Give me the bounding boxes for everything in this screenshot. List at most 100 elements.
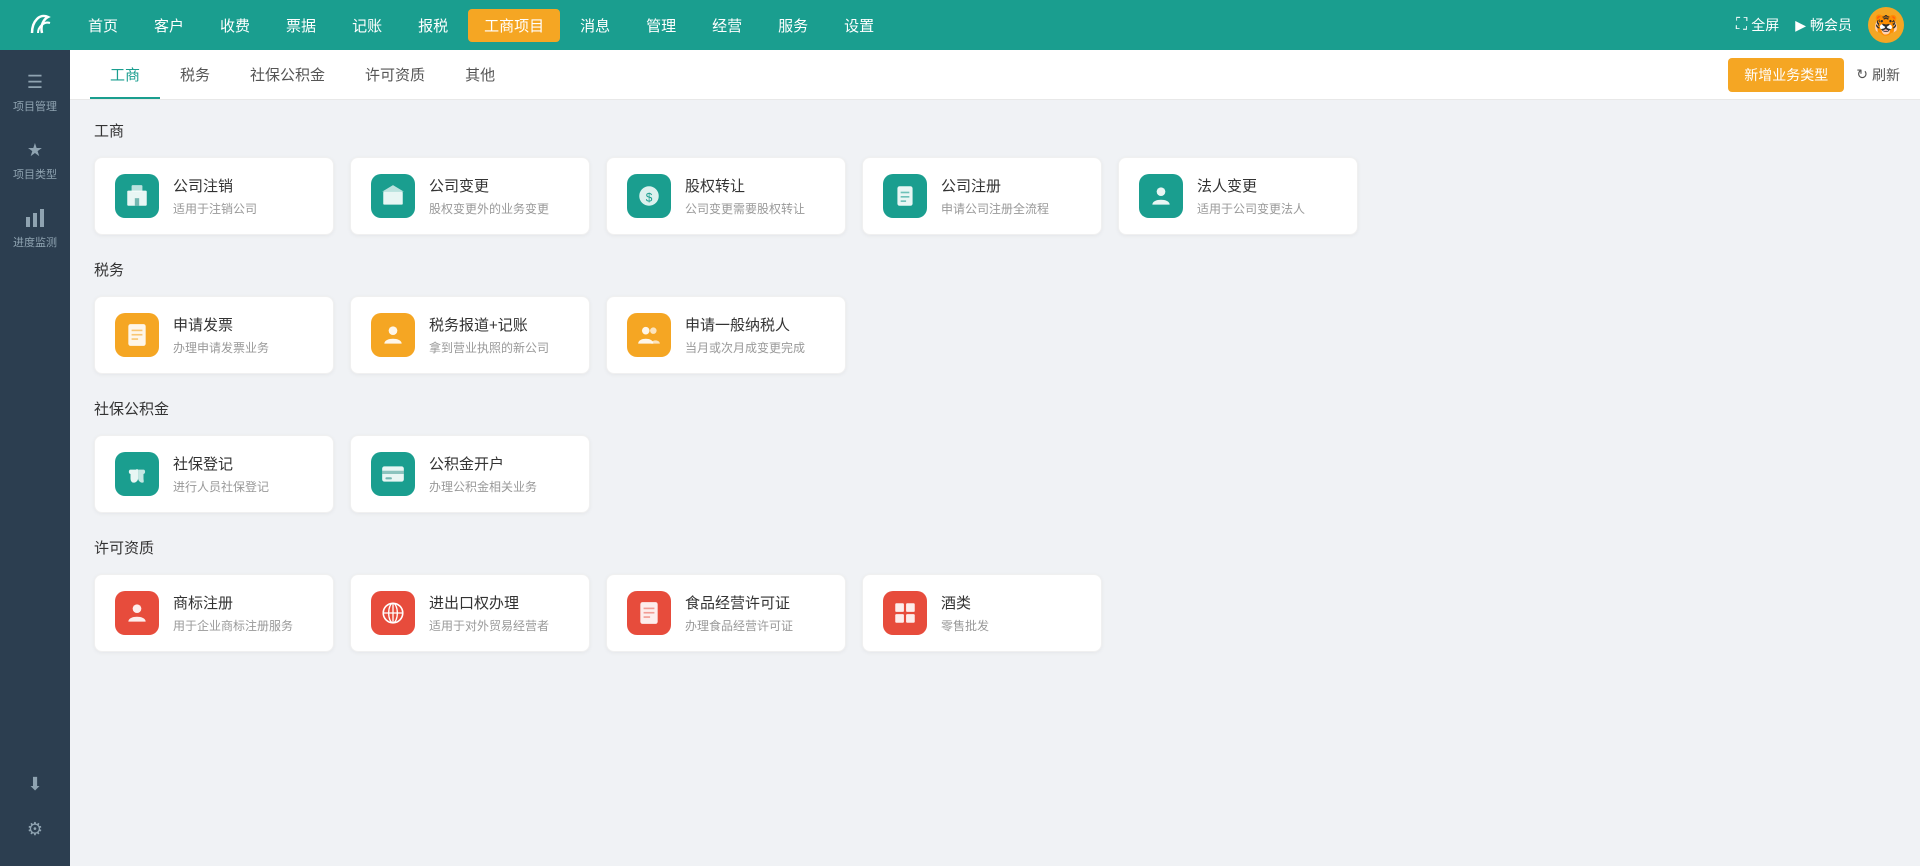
card-name-申请一般纳税人: 申请一般纳税人 <box>685 314 805 335</box>
section-title-工商: 工商 <box>94 120 1896 141</box>
card-desc-公司变更: 股权变更外的业务变更 <box>429 200 549 217</box>
card-icon-公司变更 <box>371 174 415 218</box>
card-name-进出口权办理: 进出口权办理 <box>429 592 549 613</box>
tab-工商[interactable]: 工商 <box>90 50 160 99</box>
nav-items: 首页客户收费票据记账报税工商项目消息管理经营服务设置 <box>72 9 1736 42</box>
card-desc-商标注册: 用于企业商标注册服务 <box>173 617 293 634</box>
card-icon-申请发票 <box>115 313 159 357</box>
nav-item-经营[interactable]: 经营 <box>696 9 758 42</box>
star-icon: ★ <box>23 138 47 162</box>
card-info-法人变更: 法人变更适用于公司变更法人 <box>1197 175 1305 217</box>
card-name-公司注销: 公司注销 <box>173 175 257 196</box>
nav-item-设置[interactable]: 设置 <box>828 9 890 42</box>
card-icon-酒类 <box>883 591 927 635</box>
tab-社保公积金[interactable]: 社保公积金 <box>230 50 345 99</box>
card-icon-法人变更 <box>1139 174 1183 218</box>
card-name-公积金开户: 公积金开户 <box>429 453 537 474</box>
card-icon-公积金开户 <box>371 452 415 496</box>
card-info-公司变更: 公司变更股权变更外的业务变更 <box>429 175 549 217</box>
tab-税务[interactable]: 税务 <box>160 50 230 99</box>
tab-许可资质[interactable]: 许可资质 <box>345 50 445 99</box>
nav-item-收费[interactable]: 收费 <box>204 9 266 42</box>
service-card-公司注销[interactable]: 公司注销适用于注销公司 <box>94 157 334 235</box>
card-name-食品经营许可证: 食品经营许可证 <box>685 592 793 613</box>
service-card-申请一般纳税人[interactable]: 申请一般纳税人当月或次月成变更完成 <box>606 296 846 374</box>
card-desc-法人变更: 适用于公司变更法人 <box>1197 200 1305 217</box>
member-button[interactable]: ▶ 畅会员 <box>1795 15 1852 35</box>
service-card-法人变更[interactable]: 法人变更适用于公司变更法人 <box>1118 157 1358 235</box>
cards-grid-社保公积金: 社保登记进行人员社保登记 公积金开户办理公积金相关业务 <box>94 435 1896 513</box>
card-icon-商标注册 <box>115 591 159 635</box>
section-title-社保公积金: 社保公积金 <box>94 398 1896 419</box>
sidebar-item-project-type[interactable]: ★ 项目类型 <box>0 126 70 194</box>
app-logo <box>16 0 64 50</box>
service-card-酒类[interactable]: 酒类零售批发 <box>862 574 1102 652</box>
cards-grid-税务: 申请发票办理申请发票业务 税务报道+记账拿到营业执照的新公司申请一般纳税人当月或次… <box>94 296 1896 374</box>
service-card-社保登记[interactable]: 社保登记进行人员社保登记 <box>94 435 334 513</box>
card-icon-申请一般纳税人 <box>627 313 671 357</box>
nav-item-票据[interactable]: 票据 <box>270 9 332 42</box>
new-type-button[interactable]: 新增业务类型 <box>1728 58 1844 92</box>
nav-item-工商项目[interactable]: 工商项目 <box>468 9 560 42</box>
sidebar: ☰ 项目管理 ★ 项目类型 进度监测 ⬇ ⚙ <box>0 50 70 866</box>
sidebar-bottom: ⬇ ⚙ <box>0 764 70 866</box>
service-card-公司变更[interactable]: 公司变更股权变更外的业务变更 <box>350 157 590 235</box>
main-content: 工商公司注销适用于注销公司 公司变更股权变更外的业务变更 $ 股权转让公司变更需要股权… <box>70 100 1920 866</box>
service-card-税务报道+记账[interactable]: 税务报道+记账拿到营业执照的新公司 <box>350 296 590 374</box>
service-card-申请发票[interactable]: 申请发票办理申请发票业务 <box>94 296 334 374</box>
card-desc-酒类: 零售批发 <box>941 617 989 634</box>
top-navigation: 首页客户收费票据记账报税工商项目消息管理经营服务设置 ⛶ 全屏 ▶ 畅会员 🐯 <box>0 0 1920 50</box>
nav-item-客户[interactable]: 客户 <box>138 9 200 42</box>
card-info-食品经营许可证: 食品经营许可证办理食品经营许可证 <box>685 592 793 634</box>
card-desc-社保登记: 进行人员社保登记 <box>173 478 269 495</box>
service-card-食品经营许可证[interactable]: 食品经营许可证办理食品经营许可证 <box>606 574 846 652</box>
content-area: 工商税务社保公积金许可资质其他 新增业务类型 ↻ 刷新 工商公司注销适用于注销公… <box>70 50 1920 866</box>
service-card-公司注册[interactable]: 公司注册申请公司注册全流程 <box>862 157 1102 235</box>
card-icon-公司注销 <box>115 174 159 218</box>
svg-text:$: $ <box>646 190 653 204</box>
list-icon: ☰ <box>23 70 47 94</box>
card-name-公司注册: 公司注册 <box>941 175 1049 196</box>
card-desc-公司注册: 申请公司注册全流程 <box>941 200 1049 217</box>
card-name-申请发票: 申请发票 <box>173 314 269 335</box>
card-desc-申请发票: 办理申请发票业务 <box>173 339 269 356</box>
cards-grid-许可资质: 商标注册用于企业商标注册服务 进出口权办理适用于对外贸易经营者 食品经营许可证办理食… <box>94 574 1896 652</box>
card-name-公司变更: 公司变更 <box>429 175 549 196</box>
card-icon-食品经营许可证 <box>627 591 671 635</box>
sidebar-item-project-management[interactable]: ☰ 项目管理 <box>0 58 70 126</box>
nav-item-消息[interactable]: 消息 <box>564 9 626 42</box>
card-desc-公积金开户: 办理公积金相关业务 <box>429 478 537 495</box>
section-title-税务: 税务 <box>94 259 1896 280</box>
card-info-股权转让: 股权转让公司变更需要股权转让 <box>685 175 805 217</box>
nav-item-记账[interactable]: 记账 <box>336 9 398 42</box>
settings-icon[interactable]: ⚙ <box>0 809 70 850</box>
service-card-商标注册[interactable]: 商标注册用于企业商标注册服务 <box>94 574 334 652</box>
nav-item-报税[interactable]: 报税 <box>402 9 464 42</box>
tab-其他[interactable]: 其他 <box>445 50 515 99</box>
service-card-进出口权办理[interactable]: 进出口权办理适用于对外贸易经营者 <box>350 574 590 652</box>
tab-bar: 工商税务社保公积金许可资质其他 新增业务类型 ↻ 刷新 <box>70 50 1920 100</box>
card-info-公司注册: 公司注册申请公司注册全流程 <box>941 175 1049 217</box>
card-icon-社保登记 <box>115 452 159 496</box>
section-title-许可资质: 许可资质 <box>94 537 1896 558</box>
card-info-申请发票: 申请发票办理申请发票业务 <box>173 314 269 356</box>
nav-item-管理[interactable]: 管理 <box>630 9 692 42</box>
card-desc-税务报道+记账: 拿到营业执照的新公司 <box>429 339 549 356</box>
download-icon[interactable]: ⬇ <box>0 764 70 805</box>
nav-item-首页[interactable]: 首页 <box>72 9 134 42</box>
refresh-button[interactable]: ↻ 刷新 <box>1856 65 1900 85</box>
fullscreen-button[interactable]: ⛶ 全屏 <box>1736 15 1779 35</box>
nav-right: ⛶ 全屏 ▶ 畅会员 🐯 <box>1736 7 1904 43</box>
service-card-股权转让[interactable]: $ 股权转让公司变更需要股权转让 <box>606 157 846 235</box>
card-name-股权转让: 股权转让 <box>685 175 805 196</box>
card-info-社保登记: 社保登记进行人员社保登记 <box>173 453 269 495</box>
card-icon-进出口权办理 <box>371 591 415 635</box>
card-info-进出口权办理: 进出口权办理适用于对外贸易经营者 <box>429 592 549 634</box>
card-name-商标注册: 商标注册 <box>173 592 293 613</box>
nav-item-服务[interactable]: 服务 <box>762 9 824 42</box>
service-card-公积金开户[interactable]: 公积金开户办理公积金相关业务 <box>350 435 590 513</box>
avatar[interactable]: 🐯 <box>1868 7 1904 43</box>
tab-bar-right: 新增业务类型 ↻ 刷新 <box>1728 58 1900 92</box>
card-info-公司注销: 公司注销适用于注销公司 <box>173 175 257 217</box>
sidebar-item-progress-monitor[interactable]: 进度监测 <box>0 194 70 262</box>
